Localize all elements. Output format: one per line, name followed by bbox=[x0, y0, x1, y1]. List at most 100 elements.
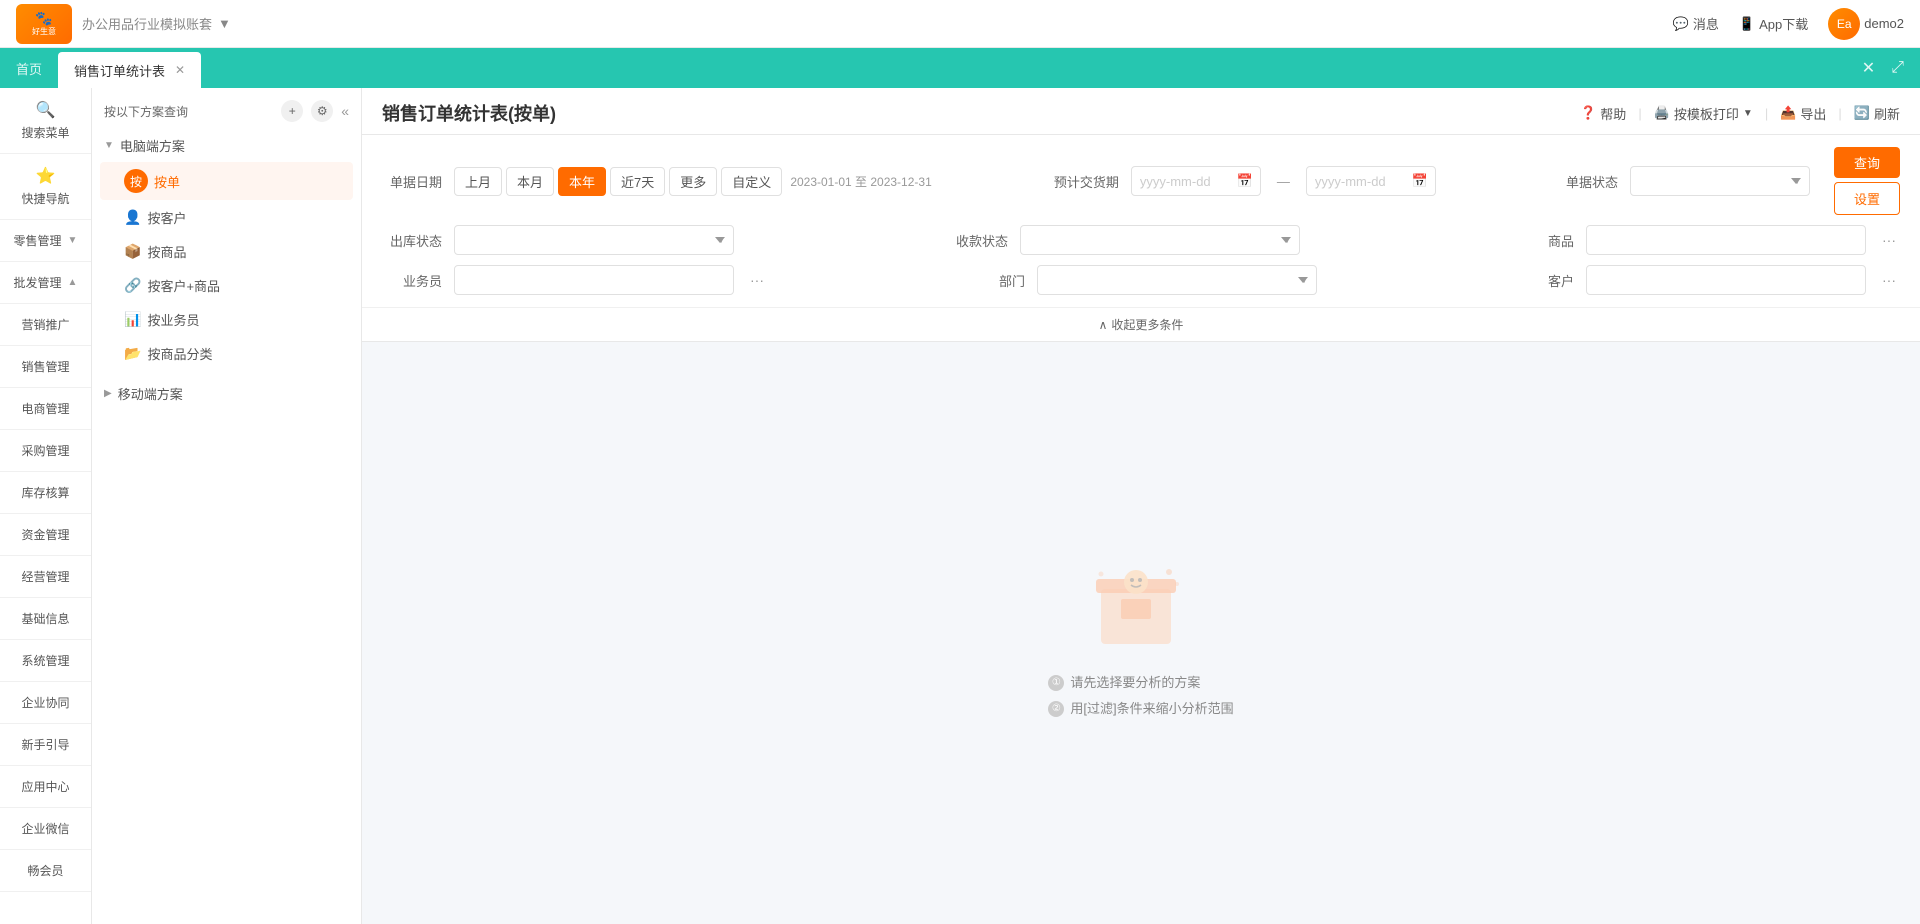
customer-input[interactable] bbox=[1586, 265, 1866, 295]
search-btn[interactable]: 查询 bbox=[1834, 147, 1900, 178]
date-btn-more[interactable]: 更多 bbox=[669, 167, 717, 196]
print-template-btn[interactable]: 🖨️ 按模板打印 ▼ bbox=[1654, 104, 1753, 123]
by-cust-prod-icon: 🔗 bbox=[124, 277, 141, 294]
tab-sales-order[interactable]: 销售订单统计表 ✕ bbox=[58, 52, 201, 88]
by-salesman-icon: 📊 bbox=[124, 311, 141, 328]
page-header: 销售订单统计表(按单) ❓ 帮助 | 🖨️ 按模板打印 ▼ | bbox=[362, 88, 1920, 135]
goods-input[interactable] bbox=[1586, 225, 1866, 255]
message-btn[interactable]: 💬 消息 bbox=[1673, 14, 1719, 33]
sidebar-item-sales[interactable]: 销售管理 bbox=[0, 346, 91, 388]
payment-status-select[interactable] bbox=[1020, 225, 1300, 255]
app-title-area[interactable]: 办公用品行业模拟账套 ▼ bbox=[82, 14, 231, 33]
tree-arrow-mobile: ▶ bbox=[104, 388, 112, 399]
dept-label: 部门 bbox=[965, 271, 1025, 290]
settings-scheme-btn[interactable]: ⚙ bbox=[311, 100, 333, 122]
help-btn[interactable]: ❓ 帮助 bbox=[1580, 104, 1626, 123]
customer-more-btn[interactable]: ··· bbox=[1878, 272, 1900, 288]
sidebar-item-quick-nav-label: 快捷导航 bbox=[21, 190, 69, 207]
refresh-icon: 🔄 bbox=[1854, 105, 1870, 121]
ship-status-select[interactable] bbox=[454, 225, 734, 255]
sidebar-item-search-menu[interactable]: 🔍 搜索菜单 bbox=[0, 88, 91, 154]
tree-item-by-order[interactable]: 按 按单 bbox=[100, 162, 353, 200]
salesman-more-btn[interactable]: ··· bbox=[746, 272, 768, 288]
sidebar-item-ecommerce[interactable]: 电商管理 bbox=[0, 388, 91, 430]
salesman-input[interactable] bbox=[454, 265, 734, 295]
close-window-btn[interactable]: ✕ bbox=[1858, 54, 1879, 82]
salesman-label: 业务员 bbox=[382, 271, 442, 290]
tree-item-by-customer-product[interactable]: 🔗 按客户+商品 bbox=[100, 269, 353, 302]
order-status-select[interactable] bbox=[1630, 166, 1810, 196]
tree-item-by-category[interactable]: 📂 按商品分类 bbox=[100, 337, 353, 370]
retail-arrow: ▼ bbox=[68, 235, 78, 246]
sidebar-item-membership[interactable]: 畅会员 bbox=[0, 850, 91, 892]
tip-item-1: ① 请先选择要分析的方案 bbox=[1048, 670, 1233, 696]
sidebar-item-wholesale[interactable]: 批发管理 ▲ bbox=[0, 262, 91, 304]
tree-item-by-customer[interactable]: 👤 按客户 bbox=[100, 201, 353, 234]
expected-date-start[interactable] bbox=[1131, 166, 1261, 196]
sidebar-item-retail[interactable]: 零售管理 ▼ bbox=[0, 220, 91, 262]
ecommerce-label: 电商管理 bbox=[21, 400, 69, 417]
download-icon: 📱 bbox=[1739, 16, 1755, 32]
sidebar-item-enterprise[interactable]: 企业协同 bbox=[0, 682, 91, 724]
goods-label: 商品 bbox=[1514, 231, 1574, 250]
membership-label: 畅会员 bbox=[27, 862, 63, 879]
expected-date-end[interactable] bbox=[1306, 166, 1436, 196]
sidebar-item-quick-nav[interactable]: ⭐ 快捷导航 bbox=[0, 154, 91, 220]
goods-more-btn[interactable]: ··· bbox=[1878, 232, 1900, 248]
logo-text: 好生意 bbox=[32, 27, 56, 37]
tip-text-2: 用[过滤]条件来缩小分析范围 bbox=[1070, 696, 1233, 722]
tab-sales-order-label: 销售订单统计表 bbox=[74, 61, 165, 80]
export-icon: 📤 bbox=[1780, 105, 1796, 121]
sidebar-item-newbie[interactable]: 新手引导 bbox=[0, 724, 91, 766]
date-btn-this-month[interactable]: 本月 bbox=[506, 167, 554, 196]
date-btn-last-month[interactable]: 上月 bbox=[454, 167, 502, 196]
print-label: 按模板打印 bbox=[1674, 104, 1739, 123]
sidebar-item-operation[interactable]: 经营管理 bbox=[0, 556, 91, 598]
sidebar-item-finance[interactable]: 资金管理 bbox=[0, 514, 91, 556]
dept-select[interactable] bbox=[1037, 265, 1317, 295]
sidebar-item-app-center[interactable]: 应用中心 bbox=[0, 766, 91, 808]
sidebar-item-purchase[interactable]: 采购管理 bbox=[0, 430, 91, 472]
username: demo2 bbox=[1864, 16, 1904, 31]
tab-close-btn[interactable]: ✕ bbox=[175, 63, 185, 77]
sidebar-item-inventory[interactable]: 库存核算 bbox=[0, 472, 91, 514]
marketing-label: 营销推广 bbox=[21, 316, 69, 333]
date-btn-this-year[interactable]: 本年 bbox=[558, 167, 606, 196]
tree-item-by-product[interactable]: 📦 按商品 bbox=[100, 235, 353, 268]
sidebar-item-wechat[interactable]: 企业微信 bbox=[0, 808, 91, 850]
operation-label: 经营管理 bbox=[21, 568, 69, 585]
by-customer-label: 按客户 bbox=[147, 208, 186, 227]
sidebar-item-marketing[interactable]: 营销推广 bbox=[0, 304, 91, 346]
sidebar-item-basic[interactable]: 基础信息 bbox=[0, 598, 91, 640]
expand-window-btn[interactable]: ⤢ bbox=[1887, 55, 1908, 81]
date-btn-custom[interactable]: 自定义 bbox=[721, 167, 782, 196]
date-btn-group: 上月 本月 本年 近7天 更多 自定义 2023-01-01 至 2023-12… bbox=[454, 167, 932, 196]
tree-item-by-salesman[interactable]: 📊 按业务员 bbox=[100, 303, 353, 336]
sidebar-item-search-menu-label: 搜索菜单 bbox=[21, 124, 69, 141]
collapse-bar[interactable]: ∧ 收起更多条件 bbox=[362, 307, 1920, 341]
active-badge: 按 bbox=[124, 169, 148, 193]
add-scheme-btn[interactable]: + bbox=[281, 100, 303, 122]
app-download-btn[interactable]: 📱 App下载 bbox=[1739, 14, 1808, 33]
tree-header-pc[interactable]: ▼ 电脑端方案 bbox=[100, 130, 353, 161]
export-label: 导出 bbox=[1800, 104, 1826, 123]
export-btn[interactable]: 📤 导出 bbox=[1780, 104, 1826, 123]
right-panel: 销售订单统计表(按单) ❓ 帮助 | 🖨️ 按模板打印 ▼ | bbox=[362, 88, 1920, 924]
date-btn-7days[interactable]: 近7天 bbox=[610, 167, 665, 196]
retail-label: 零售管理 bbox=[14, 232, 62, 249]
filter-area: 单据日期 上月 本月 本年 近7天 更多 自定义 2023-01-01 至 20… bbox=[362, 135, 1920, 307]
reset-btn[interactable]: 设置 bbox=[1834, 182, 1900, 215]
tab-home[interactable]: 首页 bbox=[0, 48, 58, 88]
sidebar-item-system[interactable]: 系统管理 bbox=[0, 640, 91, 682]
user-menu[interactable]: Ea demo2 bbox=[1828, 8, 1904, 40]
by-order-label: 按单 bbox=[154, 172, 180, 191]
order-status-label: 单据状态 bbox=[1558, 172, 1618, 191]
ship-status-label: 出库状态 bbox=[382, 231, 442, 250]
date-label: 单据日期 bbox=[382, 172, 442, 191]
by-category-label: 按商品分类 bbox=[147, 344, 212, 363]
payment-status-wrapper: ▼ bbox=[1020, 225, 1300, 255]
message-label: 消息 bbox=[1693, 14, 1719, 33]
collapse-panel-btn[interactable]: « bbox=[341, 100, 349, 122]
tree-header-mobile[interactable]: ▶ 移动端方案 bbox=[100, 378, 353, 409]
refresh-btn[interactable]: 🔄 刷新 bbox=[1854, 104, 1900, 123]
